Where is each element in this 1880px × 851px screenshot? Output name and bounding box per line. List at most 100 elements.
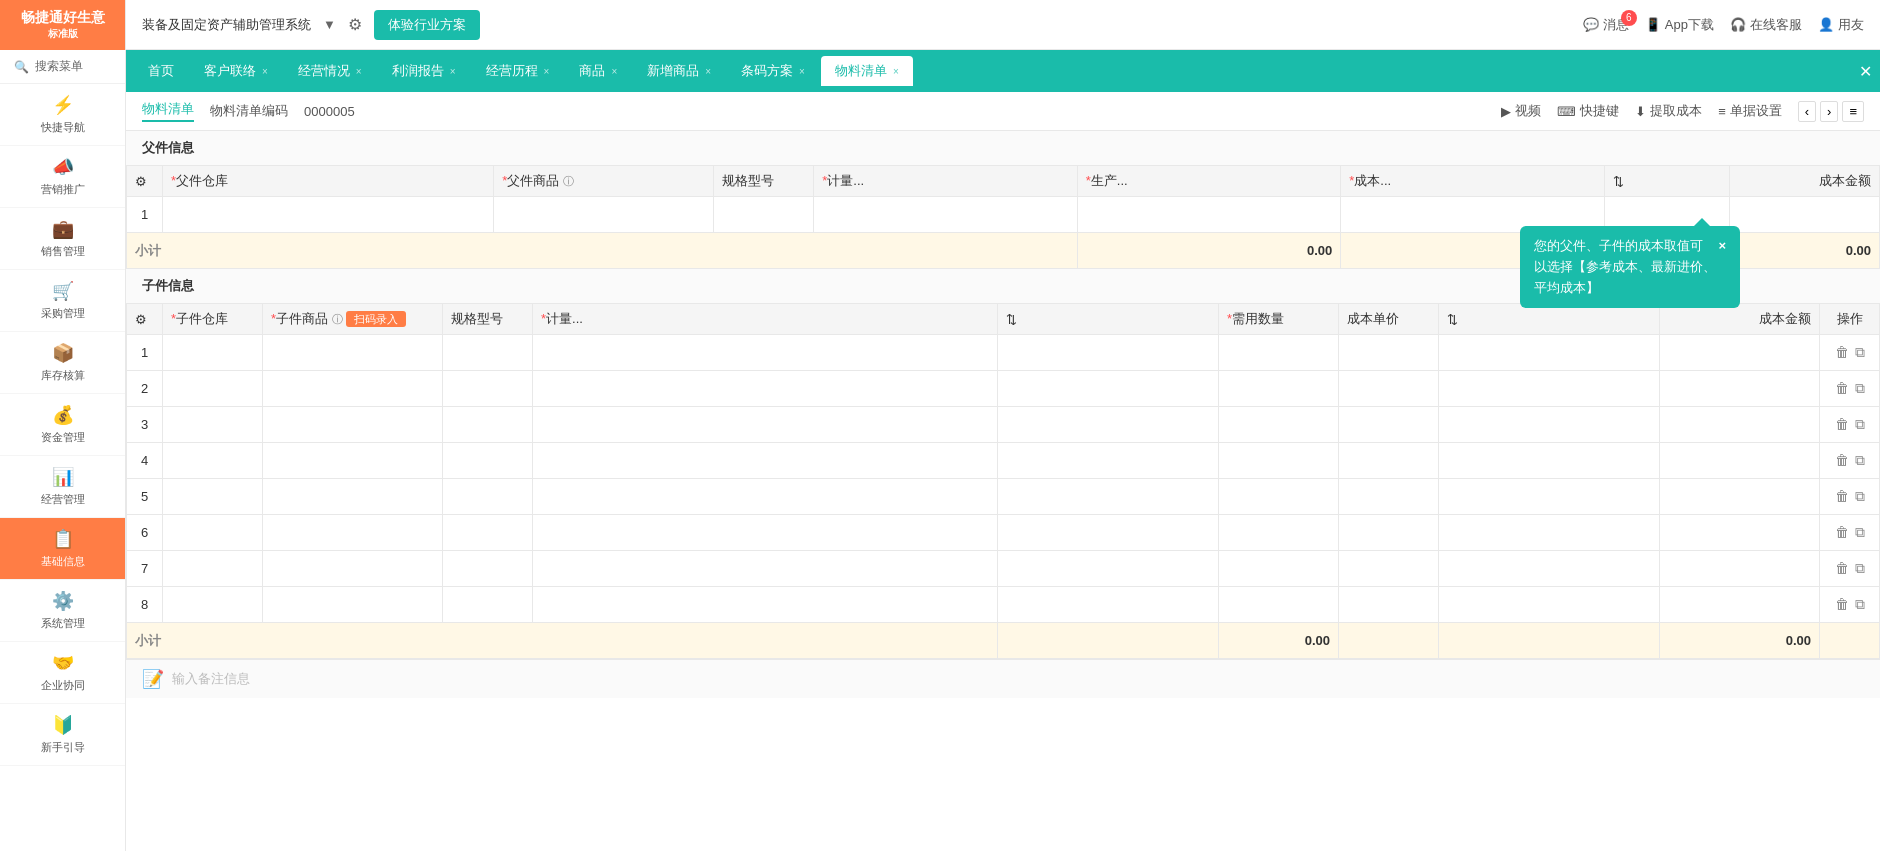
child-cell-unit-cost[interactable]: [1338, 443, 1438, 479]
child-cell-qty[interactable]: [1218, 587, 1338, 623]
child-cell-qty[interactable]: [1218, 335, 1338, 371]
sidebar-item-operation[interactable]: 📊 经营管理: [0, 456, 125, 518]
sidebar-item-collab[interactable]: 🤝 企业协同: [0, 642, 125, 704]
search-menu[interactable]: 🔍 搜索菜单: [0, 50, 125, 84]
child-cell-goods[interactable]: [263, 515, 443, 551]
view-action[interactable]: ▶ 视频: [1501, 102, 1541, 120]
child-cell-spec[interactable]: [443, 587, 533, 623]
sidebar-item-marketing[interactable]: 📣 营销推广: [0, 146, 125, 208]
settings-icon[interactable]: ⚙: [348, 15, 362, 34]
child-cell-spec[interactable]: [443, 443, 533, 479]
tab-operation-process-close[interactable]: ×: [544, 66, 550, 77]
child-cell-spec[interactable]: [443, 479, 533, 515]
child-cell-goods[interactable]: [263, 587, 443, 623]
child-cell-amount[interactable]: [1660, 407, 1820, 443]
tab-goods-close[interactable]: ×: [611, 66, 617, 77]
parent-cell-unit[interactable]: [814, 197, 1077, 233]
child-cell-warehouse[interactable]: [163, 587, 263, 623]
child-cell-warehouse[interactable]: [163, 407, 263, 443]
child-cell-spec[interactable]: [443, 371, 533, 407]
copy-icon[interactable]: ⧉: [1855, 596, 1865, 613]
sidebar-item-basic-info[interactable]: 📋 基础信息: [0, 518, 125, 580]
child-cell-unit[interactable]: [533, 335, 998, 371]
child-cell-amount[interactable]: [1660, 551, 1820, 587]
sidebar-item-inventory[interactable]: 📦 库存核算: [0, 332, 125, 394]
delete-icon[interactable]: 🗑: [1835, 560, 1849, 577]
copy-icon[interactable]: ⧉: [1855, 416, 1865, 433]
tab-home[interactable]: 首页: [134, 56, 188, 86]
delete-icon[interactable]: 🗑: [1835, 380, 1849, 397]
system-dropdown[interactable]: ▼: [323, 17, 336, 32]
child-cell-unit[interactable]: [533, 407, 998, 443]
parent-cell-spec[interactable]: [714, 197, 814, 233]
child-cell-amount[interactable]: [1660, 515, 1820, 551]
child-cell-amount[interactable]: [1660, 479, 1820, 515]
expand-arrow[interactable]: ≡: [1842, 101, 1864, 122]
child-cell-unit-cost[interactable]: [1338, 371, 1438, 407]
close-all-tabs[interactable]: ✕: [1859, 62, 1872, 81]
tab-customers[interactable]: 客户联络 ×: [190, 56, 282, 86]
delete-icon[interactable]: 🗑: [1835, 488, 1849, 505]
child-col-settings[interactable]: ⚙: [127, 304, 163, 335]
tab-barcode[interactable]: 条码方案 ×: [727, 56, 819, 86]
child-cell-unit[interactable]: [533, 587, 998, 623]
child-cell-goods[interactable]: [263, 335, 443, 371]
child-cell-unit-cost[interactable]: [1338, 335, 1438, 371]
child-cell-unit-cost[interactable]: [1338, 587, 1438, 623]
child-cell-spec[interactable]: [443, 407, 533, 443]
tab-customers-close[interactable]: ×: [262, 66, 268, 77]
child-cell-unit-cost[interactable]: [1338, 551, 1438, 587]
parent-cell-warehouse[interactable]: [163, 197, 494, 233]
child-cell-warehouse[interactable]: [163, 515, 263, 551]
child-cell-qty[interactable]: [1218, 371, 1338, 407]
copy-icon[interactable]: ⧉: [1855, 452, 1865, 469]
sidebar-item-finance[interactable]: 💰 资金管理: [0, 394, 125, 456]
child-cell-unit[interactable]: [533, 515, 998, 551]
child-cell-amount[interactable]: [1660, 443, 1820, 479]
sidebar-item-sales[interactable]: 💼 销售管理: [0, 208, 125, 270]
tab-operation-status-close[interactable]: ×: [356, 66, 362, 77]
child-cell-qty[interactable]: [1218, 407, 1338, 443]
child-cell-unit-cost[interactable]: [1338, 515, 1438, 551]
child-cell-unit-cost[interactable]: [1338, 407, 1438, 443]
child-cell-amount[interactable]: [1660, 335, 1820, 371]
child-cell-unit[interactable]: [533, 371, 998, 407]
delete-icon[interactable]: 🗑: [1835, 452, 1849, 469]
tab-new-goods-close[interactable]: ×: [705, 66, 711, 77]
delete-icon[interactable]: 🗑: [1835, 524, 1849, 541]
parent-cell-production[interactable]: [1077, 197, 1340, 233]
child-cell-qty[interactable]: [1218, 551, 1338, 587]
scan-button[interactable]: 扫码录入: [346, 311, 406, 327]
tab-bom[interactable]: 物料清单 ×: [821, 56, 913, 86]
sidebar-item-guide[interactable]: 🔰 新手引导: [0, 704, 125, 766]
parent-cell-amount[interactable]: [1730, 197, 1880, 233]
extract-cost-action[interactable]: ⬇ 提取成本: [1635, 102, 1702, 120]
trial-button[interactable]: 体验行业方案: [374, 10, 480, 40]
child-cell-goods[interactable]: [263, 551, 443, 587]
tab-bom-close[interactable]: ×: [893, 66, 899, 77]
prev-arrow[interactable]: ‹: [1798, 101, 1816, 122]
child-cell-warehouse[interactable]: [163, 551, 263, 587]
delete-icon[interactable]: 🗑: [1835, 344, 1849, 361]
copy-icon[interactable]: ⧉: [1855, 488, 1865, 505]
tab-new-goods[interactable]: 新增商品 ×: [633, 56, 725, 86]
copy-icon[interactable]: ⧉: [1855, 380, 1865, 397]
copy-icon[interactable]: ⧉: [1855, 344, 1865, 361]
copy-icon[interactable]: ⧉: [1855, 524, 1865, 541]
single-setting-action[interactable]: ≡ 单据设置: [1718, 102, 1782, 120]
copy-icon[interactable]: ⧉: [1855, 560, 1865, 577]
child-cell-qty[interactable]: [1218, 479, 1338, 515]
child-cell-unit[interactable]: [533, 479, 998, 515]
sub-tab-bom-list[interactable]: 物料清单: [142, 100, 194, 122]
child-cell-spec[interactable]: [443, 335, 533, 371]
child-cell-spec[interactable]: [443, 515, 533, 551]
child-cell-amount[interactable]: [1660, 371, 1820, 407]
tab-operation-status[interactable]: 经营情况 ×: [284, 56, 376, 86]
sidebar-item-system[interactable]: ⚙️ 系统管理: [0, 580, 125, 642]
child-cell-unit[interactable]: [533, 551, 998, 587]
delete-icon[interactable]: 🗑: [1835, 596, 1849, 613]
tab-operation-process[interactable]: 经营历程 ×: [472, 56, 564, 86]
child-cell-amount[interactable]: [1660, 587, 1820, 623]
child-cell-goods[interactable]: [263, 371, 443, 407]
child-cell-goods[interactable]: [263, 479, 443, 515]
